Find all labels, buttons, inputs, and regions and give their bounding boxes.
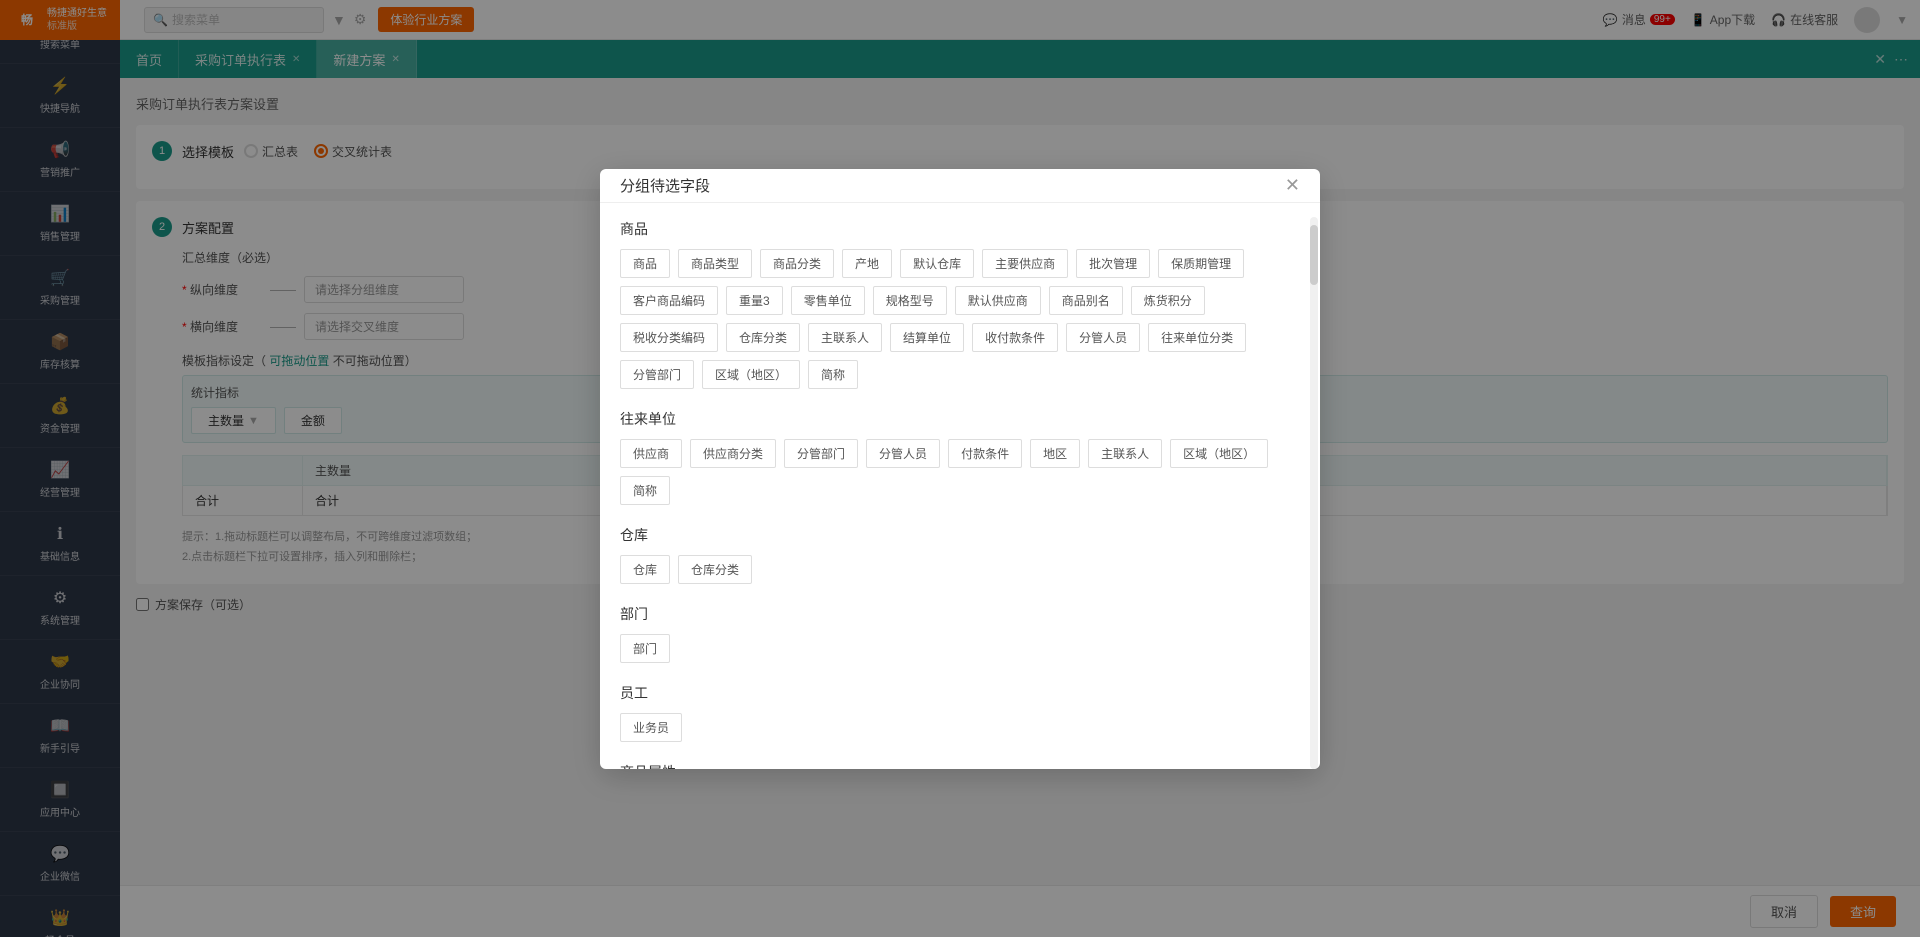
field-chip-分管部门[interactable]: 分管部门	[620, 360, 694, 389]
field-chip-仓库分类[interactable]: 仓库分类	[678, 555, 752, 584]
field-group-仓库: 仓库仓库仓库分类	[620, 525, 1300, 584]
field-chip-商品[interactable]: 商品	[620, 249, 670, 278]
field-chip-默认仓库[interactable]: 默认仓库	[900, 249, 974, 278]
field-group-往来单位: 往来单位供应商供应商分类分管部门分管人员付款条件地区主联系人区域（地区） 简称	[620, 409, 1300, 505]
field-chip-税收分类编码[interactable]: 税收分类编码	[620, 323, 718, 352]
modal-body: 商品商品商品类型商品分类产地默认仓库主要供应商批次管理保质期管理客户商品编码重量…	[600, 203, 1320, 769]
field-chip-主联系人[interactable]: 主联系人	[808, 323, 882, 352]
field-grid-员工: 业务员	[620, 713, 1300, 742]
field-chip-主要供应商[interactable]: 主要供应商	[982, 249, 1068, 278]
field-chip-区域（地区）[interactable]: 区域（地区）	[1170, 439, 1268, 468]
field-chip-部门[interactable]: 部门	[620, 634, 670, 663]
field-chip-规格型号[interactable]: 规格型号	[873, 286, 947, 315]
field-chip-重量3[interactable]: 重量3	[726, 286, 783, 315]
field-select-modal: 分组待选字段 ✕ 商品商品商品类型商品分类产地默认仓库主要供应商批次管理保质期管…	[600, 169, 1320, 769]
field-chip-分管部门[interactable]: 分管部门	[784, 439, 858, 468]
field-group-title-商品: 商品	[620, 219, 1300, 239]
field-grid-仓库: 仓库仓库分类	[620, 555, 1300, 584]
field-group-title-商品属性: 商品属性	[620, 762, 1300, 769]
field-chip-地区[interactable]: 地区	[1030, 439, 1080, 468]
field-chip-仓库[interactable]: 仓库	[620, 555, 670, 584]
field-chip-付款条件[interactable]: 付款条件	[948, 439, 1022, 468]
field-chip-分管人员[interactable]: 分管人员	[1066, 323, 1140, 352]
field-chip-默认供应商[interactable]: 默认供应商	[955, 286, 1041, 315]
field-grid-部门: 部门	[620, 634, 1300, 663]
field-chip-简称[interactable]: 简称	[620, 476, 670, 505]
field-chip-炼货积分[interactable]: 炼货积分	[1131, 286, 1205, 315]
field-chip-区域（地区）[interactable]: 区域（地区）	[702, 360, 800, 389]
field-group-title-仓库: 仓库	[620, 525, 1300, 545]
field-chip-往来单位分类[interactable]: 往来单位分类	[1148, 323, 1246, 352]
field-chip-业务员[interactable]: 业务员	[620, 713, 682, 742]
field-chip-批次管理[interactable]: 批次管理	[1076, 249, 1150, 278]
modal-close-button[interactable]: ✕	[1285, 175, 1300, 196]
field-chip-零售单位[interactable]: 零售单位	[791, 286, 865, 315]
field-chip-商品分类[interactable]: 商品分类	[760, 249, 834, 278]
field-chip-主联系人[interactable]: 主联系人	[1088, 439, 1162, 468]
field-chip-保质期管理[interactable]: 保质期管理	[1158, 249, 1244, 278]
field-chip-商品类型[interactable]: 商品类型	[678, 249, 752, 278]
modal-scrollbar-track	[1310, 217, 1318, 769]
modal-overlay[interactable]: 分组待选字段 ✕ 商品商品商品类型商品分类产地默认仓库主要供应商批次管理保质期管…	[0, 0, 1920, 937]
field-chip-商品别名[interactable]: 商品别名	[1049, 286, 1123, 315]
field-chip-供应商分类[interactable]: 供应商分类	[690, 439, 776, 468]
field-group-员工: 员工业务员	[620, 683, 1300, 742]
field-chip-供应商[interactable]: 供应商	[620, 439, 682, 468]
modal-header: 分组待选字段 ✕	[600, 169, 1320, 203]
field-chip-结算单位[interactable]: 结算单位	[890, 323, 964, 352]
field-group-商品属性: 商品属性属性颜色多规格尺码鞋码1	[620, 762, 1300, 769]
modal-scrollbar-thumb[interactable]	[1310, 225, 1318, 285]
field-chip-客户商品编码[interactable]: 客户商品编码	[620, 286, 718, 315]
modal-title: 分组待选字段	[620, 175, 710, 196]
field-chip-仓库分类[interactable]: 仓库分类	[726, 323, 800, 352]
field-grid-商品: 商品商品类型商品分类产地默认仓库主要供应商批次管理保质期管理客户商品编码重量3 零…	[620, 249, 1300, 389]
field-grid-往来单位: 供应商供应商分类分管部门分管人员付款条件地区主联系人区域（地区） 简称	[620, 439, 1300, 505]
field-group-title-部门: 部门	[620, 604, 1300, 624]
field-chip-收付款条件[interactable]: 收付款条件	[972, 323, 1058, 352]
field-group-商品: 商品商品商品类型商品分类产地默认仓库主要供应商批次管理保质期管理客户商品编码重量…	[620, 219, 1300, 389]
field-chip-产地[interactable]: 产地	[842, 249, 892, 278]
field-chip-分管人员[interactable]: 分管人员	[866, 439, 940, 468]
field-chip-简称[interactable]: 简称	[808, 360, 858, 389]
field-group-title-往来单位: 往来单位	[620, 409, 1300, 429]
field-group-部门: 部门部门	[620, 604, 1300, 663]
field-group-title-员工: 员工	[620, 683, 1300, 703]
